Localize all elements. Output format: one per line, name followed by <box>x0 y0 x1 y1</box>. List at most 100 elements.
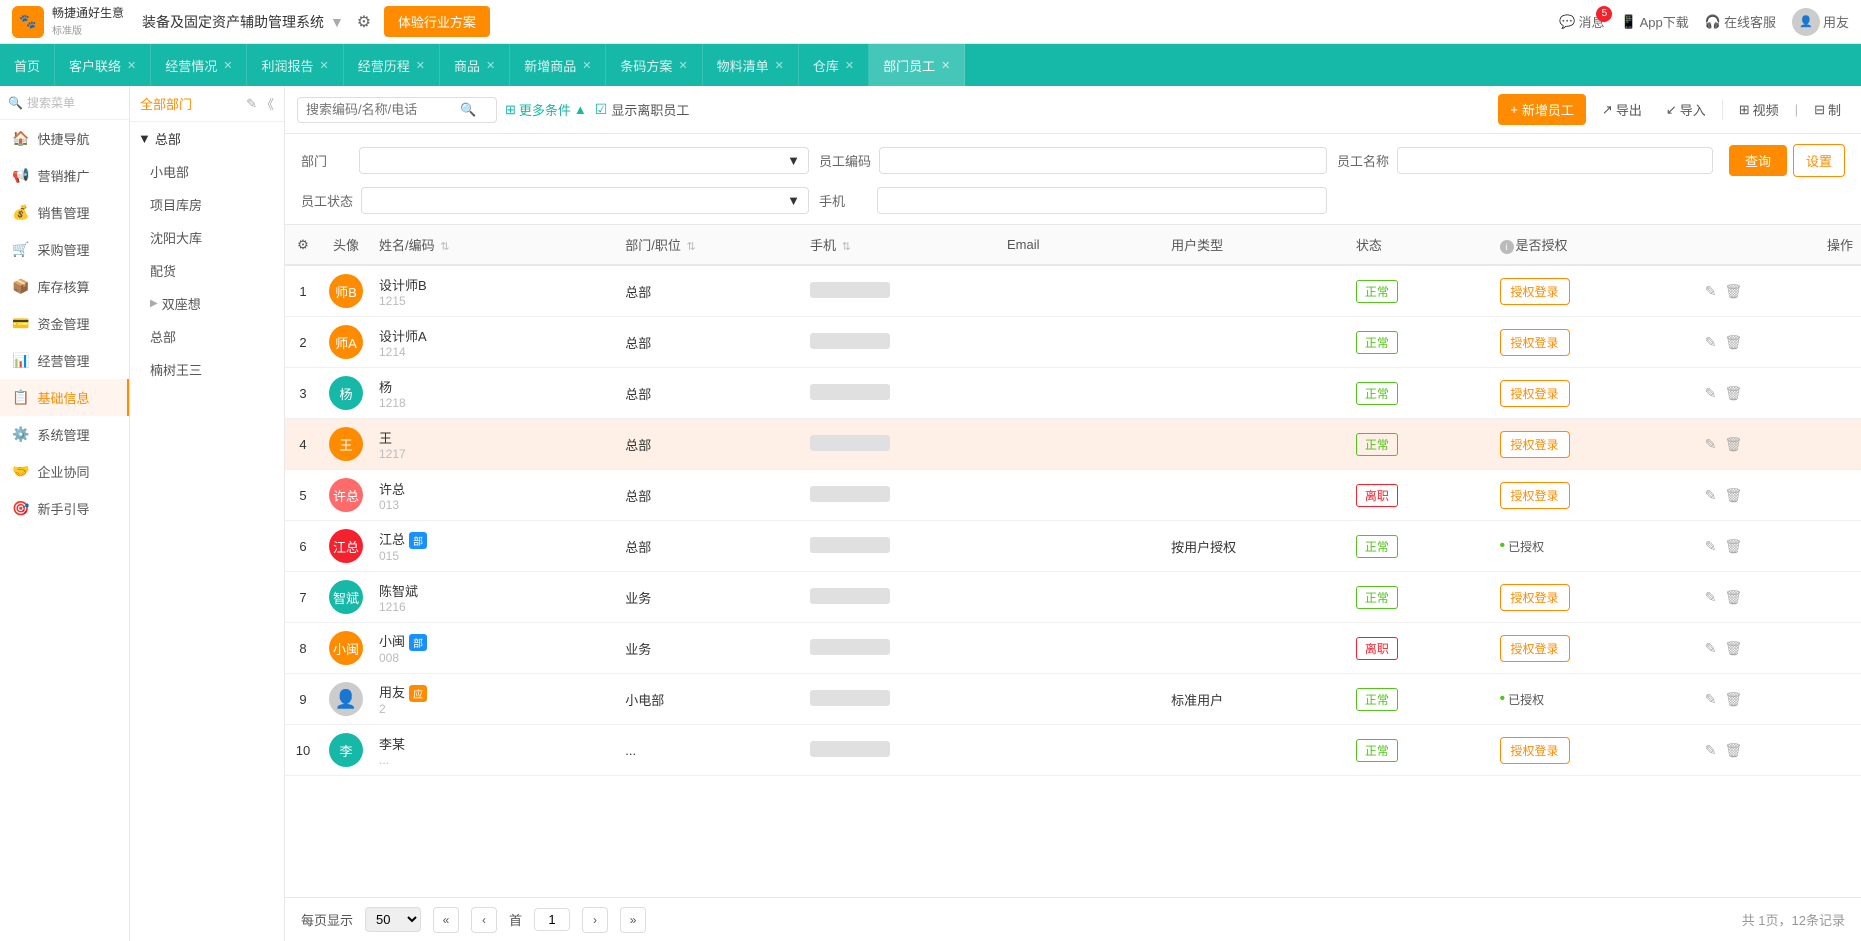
authorize-button[interactable]: 授权登录 <box>1500 482 1570 509</box>
tree-node-distribution[interactable]: 配货 <box>130 254 284 287</box>
show-resigned-toggle[interactable]: ☑ 显示离职员工 <box>595 100 690 119</box>
nav-item-warehouse[interactable]: 仓库 ✕ <box>799 44 869 86</box>
edit-icon[interactable]: ✎ <box>1705 691 1717 708</box>
close-icon[interactable]: ✕ <box>941 59 950 72</box>
authorize-button[interactable]: 授权登录 <box>1500 380 1570 407</box>
authorize-button[interactable]: 授权登录 <box>1500 329 1570 356</box>
close-icon[interactable]: ✕ <box>320 59 329 72</box>
tree-edit-button[interactable]: ✎ <box>246 94 257 113</box>
th-settings[interactable]: ⚙ <box>285 225 321 265</box>
emp-code-input[interactable] <box>879 147 1327 174</box>
sidebar-item-purchase[interactable]: 🛒 采购管理 <box>0 231 129 268</box>
query-button[interactable]: 查询 <box>1729 145 1787 176</box>
delete-icon[interactable]: 🗑 <box>1724 283 1742 300</box>
delete-icon[interactable]: 🗑 <box>1724 385 1742 402</box>
current-page-input[interactable] <box>534 908 570 931</box>
emp-status-select[interactable]: ▼ <box>361 187 809 214</box>
first-page-button[interactable]: « <box>433 907 459 933</box>
phone-input[interactable] <box>877 187 1327 214</box>
sidebar-item-navigation[interactable]: 🏠 快捷导航 <box>0 120 129 157</box>
delete-icon[interactable]: 🗑 <box>1724 691 1742 708</box>
delete-icon[interactable]: 🗑 <box>1724 487 1742 504</box>
nav-item-profit[interactable]: 利润报告 ✕ <box>247 44 343 86</box>
nav-item-add-goods[interactable]: 新增商品 ✕ <box>510 44 606 86</box>
tree-node-headquarters[interactable]: 总部 <box>130 320 284 353</box>
export-button[interactable]: ↗ 导出 <box>1594 95 1650 124</box>
close-icon[interactable]: ✕ <box>127 59 136 72</box>
app-download-button[interactable]: 📱 App下载 <box>1620 12 1688 31</box>
message-button[interactable]: 💬 消息 5 <box>1559 12 1604 31</box>
print-button[interactable]: ⊟ 制 <box>1806 95 1849 124</box>
close-icon[interactable]: ✕ <box>582 59 591 72</box>
authorize-button[interactable]: 授权登录 <box>1500 737 1570 764</box>
tree-collapse-button[interactable]: 《 <box>261 94 274 113</box>
next-page-button[interactable]: › <box>582 907 608 933</box>
trial-button[interactable]: 体验行业方案 <box>384 6 490 37</box>
close-icon[interactable]: ✕ <box>223 59 232 72</box>
nav-item-operations[interactable]: 经营情况 ✕ <box>151 44 247 86</box>
search-box[interactable]: 🔍 <box>297 97 497 123</box>
emp-name-input[interactable] <box>1397 147 1713 174</box>
tree-node-nanshuwangsan[interactable]: 楠树王三 <box>130 353 284 386</box>
nav-item-bom[interactable]: 物料清单 ✕ <box>703 44 799 86</box>
sidebar-item-basic[interactable]: 📋 基础信息 <box>0 379 129 416</box>
add-employee-button[interactable]: + 新增员工 <box>1498 94 1586 125</box>
authorize-button[interactable]: 授权登录 <box>1500 278 1570 305</box>
edit-icon[interactable]: ✎ <box>1705 385 1717 402</box>
edit-icon[interactable]: ✎ <box>1705 283 1717 300</box>
nav-item-goods[interactable]: 商品 ✕ <box>440 44 510 86</box>
delete-icon[interactable]: 🗑 <box>1724 589 1742 606</box>
nav-item-barcode[interactable]: 条码方案 ✕ <box>606 44 702 86</box>
delete-icon[interactable]: 🗑 <box>1724 436 1742 453</box>
sidebar-item-finance[interactable]: 💳 资金管理 <box>0 305 129 342</box>
edit-icon[interactable]: ✎ <box>1705 640 1717 657</box>
edit-icon[interactable]: ✎ <box>1705 742 1717 759</box>
nav-item-employees[interactable]: 部门员工 ✕ <box>869 44 965 86</box>
user-button[interactable]: 👤 用友 <box>1792 8 1849 36</box>
search-input[interactable] <box>306 102 456 117</box>
online-service-button[interactable]: 🎧 在线客服 <box>1705 12 1776 31</box>
th-dept[interactable]: 部门/职位 ⇅ <box>617 225 802 265</box>
nav-item-customers[interactable]: 客户联络 ✕ <box>55 44 151 86</box>
th-name[interactable]: 姓名/编码 ⇅ <box>371 225 617 265</box>
nav-item-history[interactable]: 经营历程 ✕ <box>344 44 440 86</box>
tree-node-electronics[interactable]: 小电部 <box>130 155 284 188</box>
edit-icon[interactable]: ✎ <box>1705 334 1717 351</box>
edit-icon[interactable]: ✎ <box>1705 487 1717 504</box>
tree-node-shenyang[interactable]: 沈阳大库 <box>130 221 284 254</box>
close-icon[interactable]: ✕ <box>775 59 784 72</box>
authorize-button[interactable]: 授权登录 <box>1500 431 1570 458</box>
dropdown-arrow-icon[interactable]: ▼ <box>330 14 344 30</box>
sidebar-item-inventory[interactable]: 📦 库存核算 <box>0 268 129 305</box>
delete-icon[interactable]: 🗑 <box>1724 742 1742 759</box>
edit-icon[interactable]: ✎ <box>1705 436 1717 453</box>
close-icon[interactable]: ✕ <box>486 59 495 72</box>
tree-node-shuangzuo[interactable]: ▶ 双座想 <box>130 287 284 320</box>
delete-icon[interactable]: 🗑 <box>1724 538 1742 555</box>
more-filter-button[interactable]: ⊞ 更多条件 ▲ <box>505 100 587 119</box>
authorize-button[interactable]: 授权登录 <box>1500 635 1570 662</box>
sidebar-item-system[interactable]: ⚙️ 系统管理 <box>0 416 129 453</box>
import-button[interactable]: ↙ 导入 <box>1658 95 1714 124</box>
last-page-button[interactable]: » <box>620 907 646 933</box>
delete-icon[interactable]: 🗑 <box>1724 640 1742 657</box>
sidebar-item-marketing[interactable]: 📢 营销推广 <box>0 157 129 194</box>
tree-node-project[interactable]: 项目库房 <box>130 188 284 221</box>
delete-icon[interactable]: 🗑 <box>1724 334 1742 351</box>
view-button[interactable]: ⊞ 视频 <box>1731 95 1787 124</box>
tree-node-headquarters-parent[interactable]: ▼ 总部 <box>130 122 284 155</box>
sidebar-item-sales[interactable]: 💰 销售管理 <box>0 194 129 231</box>
per-page-select[interactable]: 50 20 100 <box>365 907 421 932</box>
sidebar-item-collab[interactable]: 🤝 企业协同 <box>0 453 129 490</box>
sidebar-search[interactable]: 🔍 搜索菜单 <box>0 86 129 120</box>
settings-button[interactable]: ⚙ <box>350 8 378 36</box>
dept-select[interactable]: ▼ <box>359 147 809 174</box>
close-icon[interactable]: ✕ <box>678 59 687 72</box>
sidebar-item-management[interactable]: 📊 经营管理 <box>0 342 129 379</box>
close-icon[interactable]: ✕ <box>416 59 425 72</box>
nav-item-home[interactable]: 首页 <box>0 44 55 86</box>
sidebar-item-guide[interactable]: 🎯 新手引导 <box>0 490 129 527</box>
prev-page-button[interactable]: ‹ <box>471 907 497 933</box>
th-phone[interactable]: 手机 ⇅ <box>802 225 999 265</box>
close-icon[interactable]: ✕ <box>845 59 854 72</box>
